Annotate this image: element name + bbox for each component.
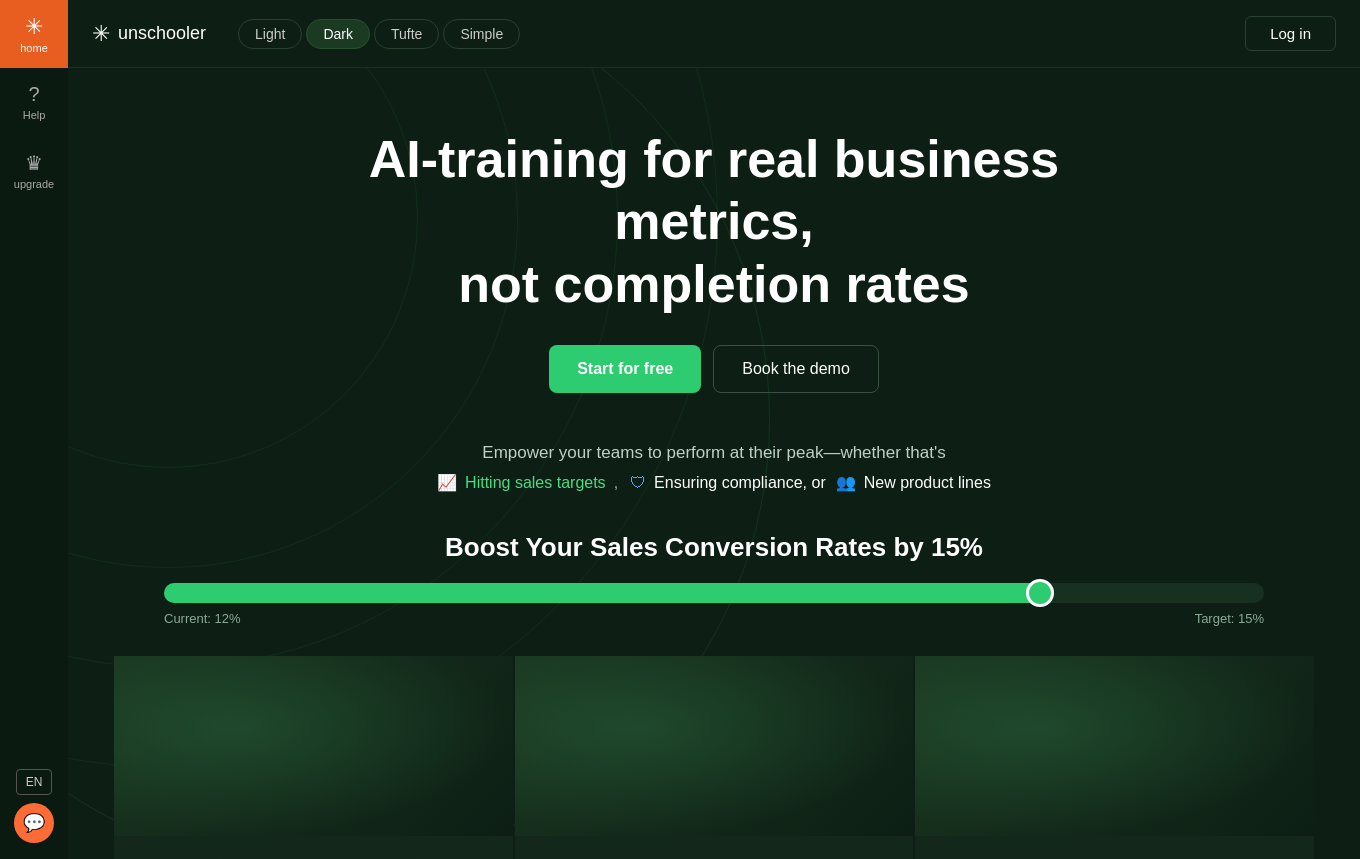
chat-icon: 💬 [23, 812, 45, 834]
help-icon: ? [28, 83, 39, 106]
hero-subtitle: Empower your teams to perform at their p… [482, 443, 945, 463]
sidebar-upgrade-label: upgrade [14, 178, 54, 190]
course-card-3[interactable]: Enhancing Stakeholder Engagement 29% Com… [915, 656, 1314, 859]
progress-title: Boost Your Sales Conversion Rates by 15% [164, 532, 1264, 563]
progress-thumb [1026, 579, 1054, 607]
chart-icon: 📈 [437, 473, 457, 492]
sidebar-help-label: Help [23, 109, 46, 121]
shield-icon: 🛡 [630, 474, 646, 492]
topnav: ✳ unschooler Light Dark Tufte Simple Log… [68, 0, 1360, 68]
sidebar-item-upgrade[interactable]: ♛ upgrade [0, 136, 68, 204]
card-image-3 [915, 656, 1314, 836]
progress-section: Boost Your Sales Conversion Rates by 15%… [164, 532, 1264, 656]
sidebar-item-home[interactable]: ✳ home [0, 0, 68, 68]
course-card-2[interactable]: Communication for Enterprise Sales 25% S… [515, 656, 914, 859]
sidebar-home-label: home [20, 42, 48, 54]
progress-target-label: Target: 15% [1195, 611, 1264, 626]
card-body-1: Sales Blueprint for Quick Wins 62% Close… [114, 836, 513, 859]
card-body-2: Communication for Enterprise Sales 25% S… [515, 836, 914, 859]
tag-sep-1: , [614, 474, 618, 492]
book-demo-button[interactable]: Book the demo [713, 345, 879, 393]
start-free-button[interactable]: Start for free [549, 345, 701, 393]
logo-text: unschooler [118, 23, 206, 44]
logo: ✳ unschooler [92, 21, 206, 47]
card-image-2 [515, 656, 914, 836]
sidebar: ✳ home ? Help ♛ upgrade EN 💬 [0, 0, 68, 859]
theme-switcher: Light Dark Tufte Simple [238, 19, 520, 49]
progress-labels: Current: 12% Target: 15% [164, 611, 1264, 626]
language-button[interactable]: EN [16, 769, 52, 795]
hero-tags: 📈 Hitting sales targets , 🛡 Ensuring com… [437, 473, 991, 492]
theme-light-button[interactable]: Light [238, 19, 302, 49]
theme-tufte-button[interactable]: Tufte [374, 19, 439, 49]
login-button[interactable]: Log in [1245, 16, 1336, 51]
hero-cta-group: Start for free Book the demo [549, 345, 879, 393]
course-card-1[interactable]: Sales Blueprint for Quick Wins 62% Close… [114, 656, 513, 859]
theme-simple-button[interactable]: Simple [443, 19, 520, 49]
progress-current-label: Current: 12% [164, 611, 241, 626]
tag-product-lines: New product lines [864, 474, 991, 492]
logo-star-icon: ✳ [92, 21, 110, 47]
star-icon: ✳ [25, 14, 43, 40]
hero-section: AI-training for real business metrics, n… [68, 68, 1360, 859]
card-body-3: Enhancing Stakeholder Engagement 29% Com… [915, 836, 1314, 859]
main-content: ✳ unschooler Light Dark Tufte Simple Log… [68, 0, 1360, 859]
tag-sales-targets: Hitting sales targets [465, 474, 606, 492]
sidebar-bottom: EN 💬 [14, 769, 54, 843]
theme-dark-button[interactable]: Dark [306, 19, 370, 49]
progress-bar-wrapper [164, 583, 1264, 603]
card-image-1 [114, 656, 513, 836]
sidebar-item-help[interactable]: ? Help [0, 68, 68, 136]
hero-title: AI-training for real business metrics, n… [264, 128, 1164, 315]
crown-icon: ♛ [25, 151, 43, 175]
chat-button[interactable]: 💬 [14, 803, 54, 843]
tag-compliance: Ensuring compliance, or [654, 474, 826, 492]
people-icon: 👥 [836, 473, 856, 492]
progress-bar-fill [164, 583, 1044, 603]
course-cards-section: Sales Blueprint for Quick Wins 62% Close… [114, 656, 1314, 859]
